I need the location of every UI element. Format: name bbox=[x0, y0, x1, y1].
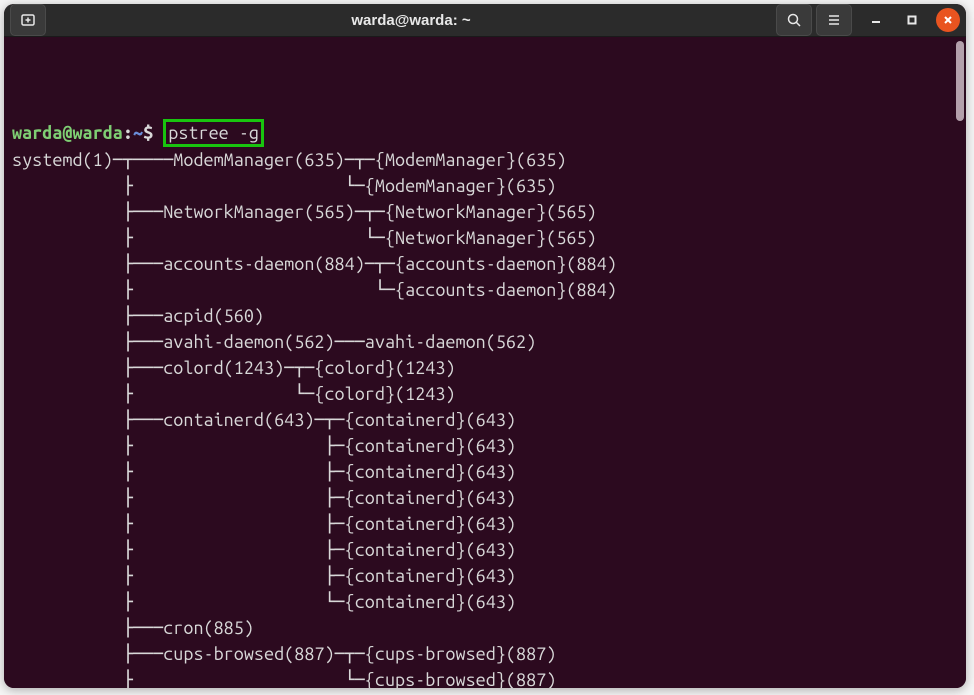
prompt-path: ~ bbox=[133, 123, 143, 143]
command-highlight: pstree -g bbox=[163, 119, 264, 147]
maximize-button[interactable] bbox=[900, 8, 924, 32]
scrollbar-thumb[interactable] bbox=[956, 41, 964, 121]
menu-button[interactable] bbox=[816, 4, 852, 36]
search-icon bbox=[786, 12, 802, 28]
pstree-output: systemd(1)─┬────ModemManager(635)─┬─{Mod… bbox=[12, 150, 617, 688]
titlebar: warda@warda: ~ bbox=[4, 4, 966, 37]
close-button[interactable] bbox=[936, 8, 960, 32]
prompt-dollar: $ bbox=[143, 123, 153, 143]
window-title: warda@warda: ~ bbox=[351, 12, 470, 29]
prompt-sep: : bbox=[123, 123, 133, 143]
minimize-icon bbox=[870, 14, 882, 26]
new-tab-button[interactable] bbox=[10, 4, 46, 36]
command-text: pstree -g bbox=[168, 123, 259, 143]
new-tab-icon bbox=[20, 12, 36, 28]
hamburger-icon bbox=[826, 12, 842, 28]
prompt-user: warda@warda bbox=[12, 123, 123, 143]
maximize-icon bbox=[906, 14, 918, 26]
terminal-window: warda@warda: ~ bbox=[4, 4, 966, 688]
minimize-button[interactable] bbox=[864, 8, 888, 32]
search-button[interactable] bbox=[776, 4, 812, 36]
terminal-body[interactable]: warda@warda:~$ pstree -g systemd(1)─┬───… bbox=[4, 37, 966, 688]
close-icon bbox=[942, 14, 954, 26]
